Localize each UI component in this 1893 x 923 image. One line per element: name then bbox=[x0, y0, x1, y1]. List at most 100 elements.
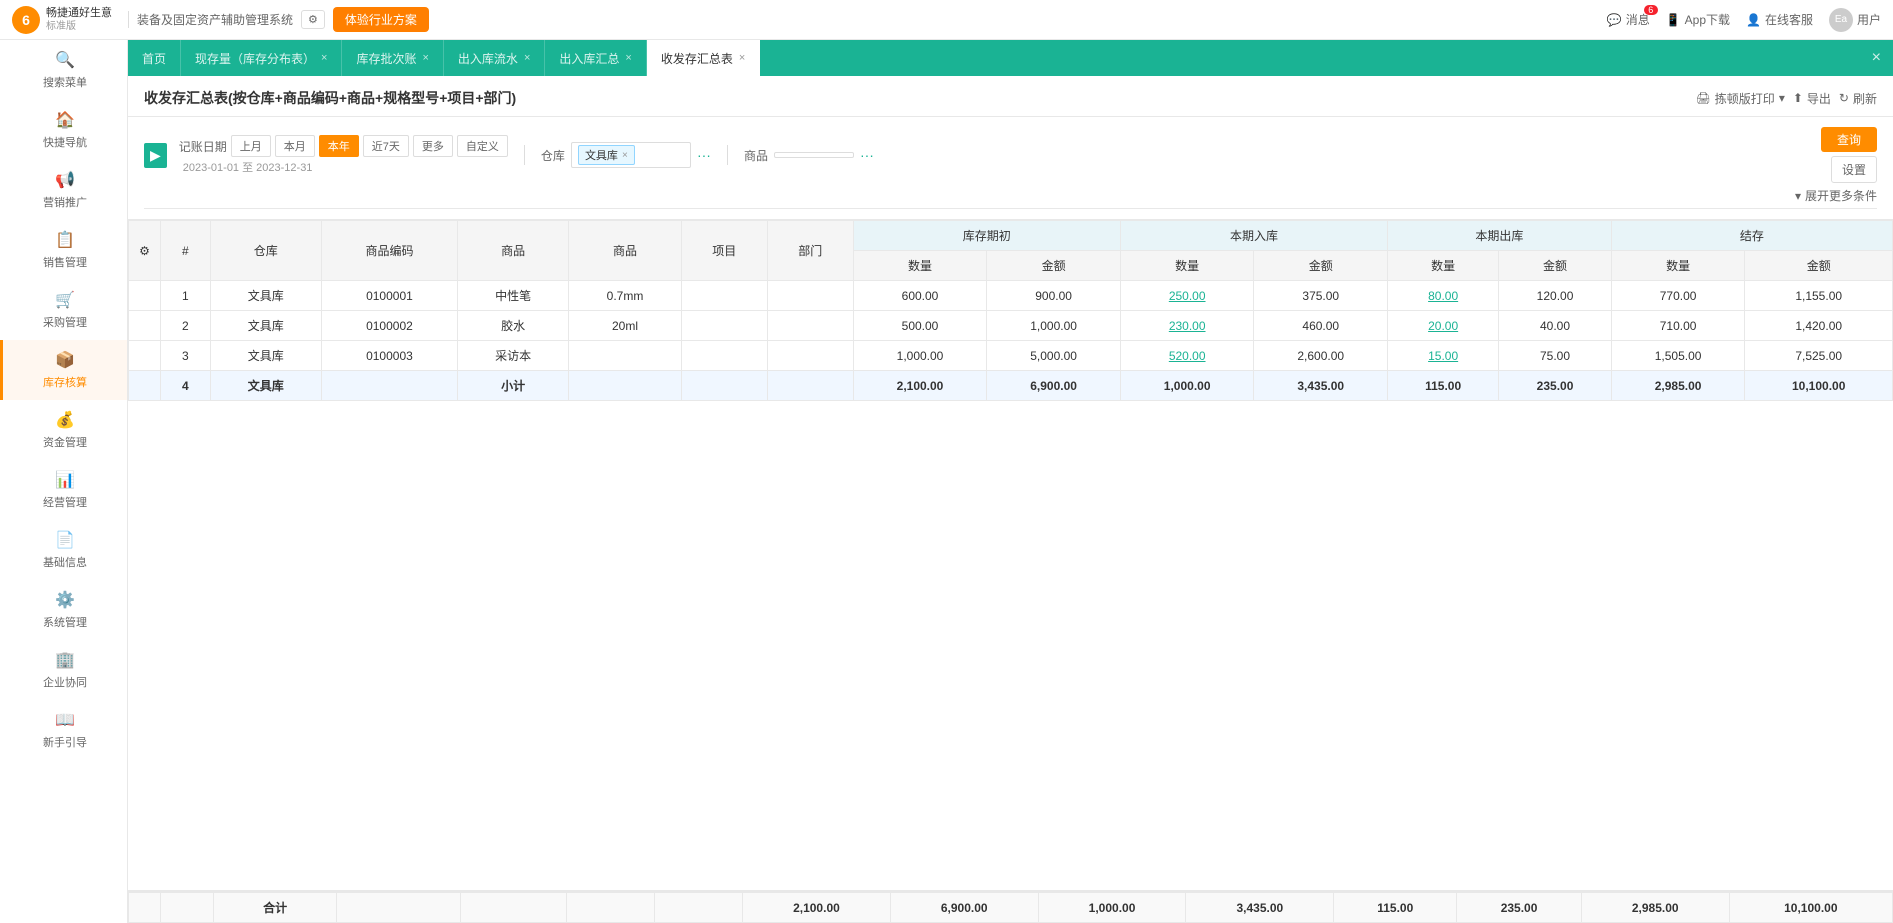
tab-batch-account[interactable]: 库存批次账 × bbox=[342, 40, 443, 76]
main-layout: 🔍 搜索菜单 🏠 快捷导航 📢 营销推广 📋 销售管理 🛒 采购管理 📦 库存核… bbox=[0, 40, 1893, 923]
sidebar-item-quicknav[interactable]: 🏠 快捷导航 bbox=[0, 100, 127, 160]
query-button[interactable]: 查询 bbox=[1821, 127, 1877, 152]
col-in-qty[interactable]: 520.00 bbox=[1120, 341, 1254, 371]
date-btn-custom[interactable]: 自定义 bbox=[457, 135, 508, 157]
col-in-amt: 2,600.00 bbox=[1254, 341, 1388, 371]
sidebar-label-purchase: 采购管理 bbox=[43, 314, 87, 330]
print-button[interactable]: 🖨 拣顿版打印 ▾ bbox=[1696, 90, 1785, 107]
goods-tag-input[interactable] bbox=[774, 152, 854, 158]
col-product-name-header: 商品 bbox=[458, 221, 569, 281]
message-button[interactable]: 💬 消息 6 bbox=[1607, 11, 1650, 28]
col-out-qty[interactable]: 15.00 bbox=[1388, 341, 1499, 371]
sidebar-label-operation: 经营管理 bbox=[43, 494, 87, 510]
col-settings-cell bbox=[129, 311, 161, 341]
col-index: 4 bbox=[161, 371, 211, 401]
col-out-qty-header: 数量 bbox=[1388, 251, 1499, 281]
date-btn-7days[interactable]: 近7天 bbox=[363, 135, 409, 157]
col-in-qty-link[interactable]: 230.00 bbox=[1169, 319, 1206, 333]
sidebar-item-operation[interactable]: 📊 经营管理 bbox=[0, 460, 127, 520]
warehouse-more-btn[interactable]: ··· bbox=[697, 147, 711, 163]
col-out-qty-link[interactable]: 15.00 bbox=[1428, 349, 1458, 363]
col-out-qty[interactable]: 20.00 bbox=[1388, 311, 1499, 341]
sidebar-item-system[interactable]: ⚙️ 系统管理 bbox=[0, 580, 127, 640]
goods-filter: 商品 ··· bbox=[744, 147, 874, 164]
footer-balance-qty: 2,985.00 bbox=[1581, 893, 1729, 923]
system-settings-button[interactable]: ⚙ bbox=[301, 10, 325, 29]
col-in-qty-link[interactable]: 520.00 bbox=[1169, 349, 1206, 363]
tab-batch-account-label: 库存批次账 bbox=[356, 50, 416, 67]
print-chevron: ▾ bbox=[1779, 91, 1785, 105]
tab-in-out-flow[interactable]: 出入库流水 × bbox=[444, 40, 545, 76]
sidebar-item-inventory[interactable]: 📦 库存核算 bbox=[0, 340, 127, 400]
sidebar-label-sales: 销售管理 bbox=[43, 254, 87, 270]
filter-collapse-btn[interactable]: ▶ bbox=[144, 143, 167, 168]
search-icon: 🔍 bbox=[55, 50, 75, 70]
tab-inventory-dist-close[interactable]: × bbox=[321, 52, 327, 64]
sidebar-item-purchase[interactable]: 🛒 采购管理 bbox=[0, 280, 127, 340]
footer-spacer-settings bbox=[129, 893, 161, 923]
col-out-qty[interactable]: 80.00 bbox=[1388, 281, 1499, 311]
trial-button[interactable]: 体验行业方案 bbox=[333, 7, 429, 32]
date-btn-last-month[interactable]: 上月 bbox=[231, 135, 271, 157]
col-settings-header[interactable]: ⚙ bbox=[129, 221, 161, 281]
app-download-button[interactable]: 📱 App下载 bbox=[1666, 11, 1730, 28]
warehouse-filter-label: 仓库 bbox=[541, 147, 565, 164]
col-product-code: 0100003 bbox=[321, 341, 457, 371]
tab-recv-send-summary-close[interactable]: × bbox=[739, 52, 745, 64]
col-spec-header: 商品 bbox=[569, 221, 682, 281]
tab-in-out-summary[interactable]: 出入库汇总 × bbox=[545, 40, 646, 76]
tab-batch-account-close[interactable]: × bbox=[422, 52, 428, 64]
filter-divider-2 bbox=[727, 145, 728, 165]
col-out-qty-link[interactable]: 80.00 bbox=[1428, 289, 1458, 303]
sidebar-label-system: 系统管理 bbox=[43, 614, 87, 630]
col-in-qty[interactable]: 230.00 bbox=[1120, 311, 1254, 341]
col-in-qty-link[interactable]: 250.00 bbox=[1169, 289, 1206, 303]
col-out-amt-header: 金额 bbox=[1499, 251, 1612, 281]
sidebar-item-enterprise[interactable]: 🏢 企业协同 bbox=[0, 640, 127, 700]
date-range-display: 2023-01-01 至 2023-12-31 bbox=[183, 159, 508, 175]
expand-filter-btn[interactable]: ▾ 展开更多条件 bbox=[1795, 187, 1877, 204]
col-balance-qty-header: 数量 bbox=[1611, 251, 1745, 281]
sidebar: 🔍 搜索菜单 🏠 快捷导航 📢 营销推广 📋 销售管理 🛒 采购管理 📦 库存核… bbox=[0, 40, 128, 923]
sidebar-item-marketing[interactable]: 📢 营销推广 bbox=[0, 160, 127, 220]
sidebar-item-sales[interactable]: 📋 销售管理 bbox=[0, 220, 127, 280]
date-filter-group: 记账日期 上月 本月 本年 近7天 更多 自定义 2023-01-01 至 20… bbox=[179, 135, 508, 175]
sidebar-item-finance[interactable]: 💰 资金管理 bbox=[0, 400, 127, 460]
col-opening-amt: 1,000.00 bbox=[987, 311, 1121, 341]
col-index: 3 bbox=[161, 341, 211, 371]
export-button[interactable]: ⬆ 导出 bbox=[1793, 90, 1831, 107]
date-btn-this-month[interactable]: 本月 bbox=[275, 135, 315, 157]
sidebar-label-enterprise: 企业协同 bbox=[43, 674, 87, 690]
tab-recv-send-summary[interactable]: 收发存汇总表 × bbox=[647, 40, 760, 76]
online-service-button[interactable]: 👤 在线客服 bbox=[1746, 11, 1813, 28]
date-btn-more[interactable]: 更多 bbox=[413, 135, 453, 157]
tab-home[interactable]: 首页 bbox=[128, 40, 181, 76]
tab-inventory-dist[interactable]: 现存量（库存分布表） × bbox=[181, 40, 342, 76]
sidebar-item-search[interactable]: 🔍 搜索菜单 bbox=[0, 40, 127, 100]
col-out-qty: 115.00 bbox=[1388, 371, 1499, 401]
app-download-label: App下载 bbox=[1685, 11, 1730, 28]
date-btn-this-year[interactable]: 本年 bbox=[319, 135, 359, 157]
col-out-qty-link[interactable]: 20.00 bbox=[1428, 319, 1458, 333]
tab-in-out-summary-close[interactable]: × bbox=[625, 52, 631, 64]
goods-more-btn[interactable]: ··· bbox=[860, 147, 874, 163]
online-service-label: 在线客服 bbox=[1765, 11, 1813, 28]
col-opening-qty-header: 数量 bbox=[853, 251, 987, 281]
export-icon: ⬆ bbox=[1793, 91, 1803, 105]
warehouse-tag-close[interactable]: × bbox=[622, 150, 628, 161]
warehouse-tag-input[interactable]: 文具库 × bbox=[571, 142, 691, 168]
tab-bar-close[interactable]: × bbox=[1872, 49, 1881, 67]
col-in-qty[interactable]: 250.00 bbox=[1120, 281, 1254, 311]
footer-table: 合计 2,100.00 6,900.00 1,000.00 3,435.00 1… bbox=[128, 892, 1893, 923]
sidebar-item-basic[interactable]: 📄 基础信息 bbox=[0, 520, 127, 580]
message-badge: 6 bbox=[1644, 5, 1658, 15]
page-title: 收发存汇总表(按仓库+商品编码+商品+规格型号+项目+部门) bbox=[144, 88, 516, 108]
table-area: ⚙ # 仓库 商品编码 商品 商品 项目 部门 库存期初 本期入库 本期出库 bbox=[128, 220, 1893, 890]
refresh-button[interactable]: ↻ 刷新 bbox=[1839, 90, 1877, 107]
col-dept bbox=[767, 281, 853, 311]
user-button[interactable]: Ea 用户 bbox=[1829, 8, 1881, 32]
filter-settings-button[interactable]: 设置 bbox=[1831, 156, 1877, 183]
content-area: 首页 现存量（库存分布表） × 库存批次账 × 出入库流水 × 出入库汇总 × … bbox=[128, 40, 1893, 923]
sidebar-item-guide[interactable]: 📖 新手引导 bbox=[0, 700, 127, 760]
tab-in-out-flow-close[interactable]: × bbox=[524, 52, 530, 64]
